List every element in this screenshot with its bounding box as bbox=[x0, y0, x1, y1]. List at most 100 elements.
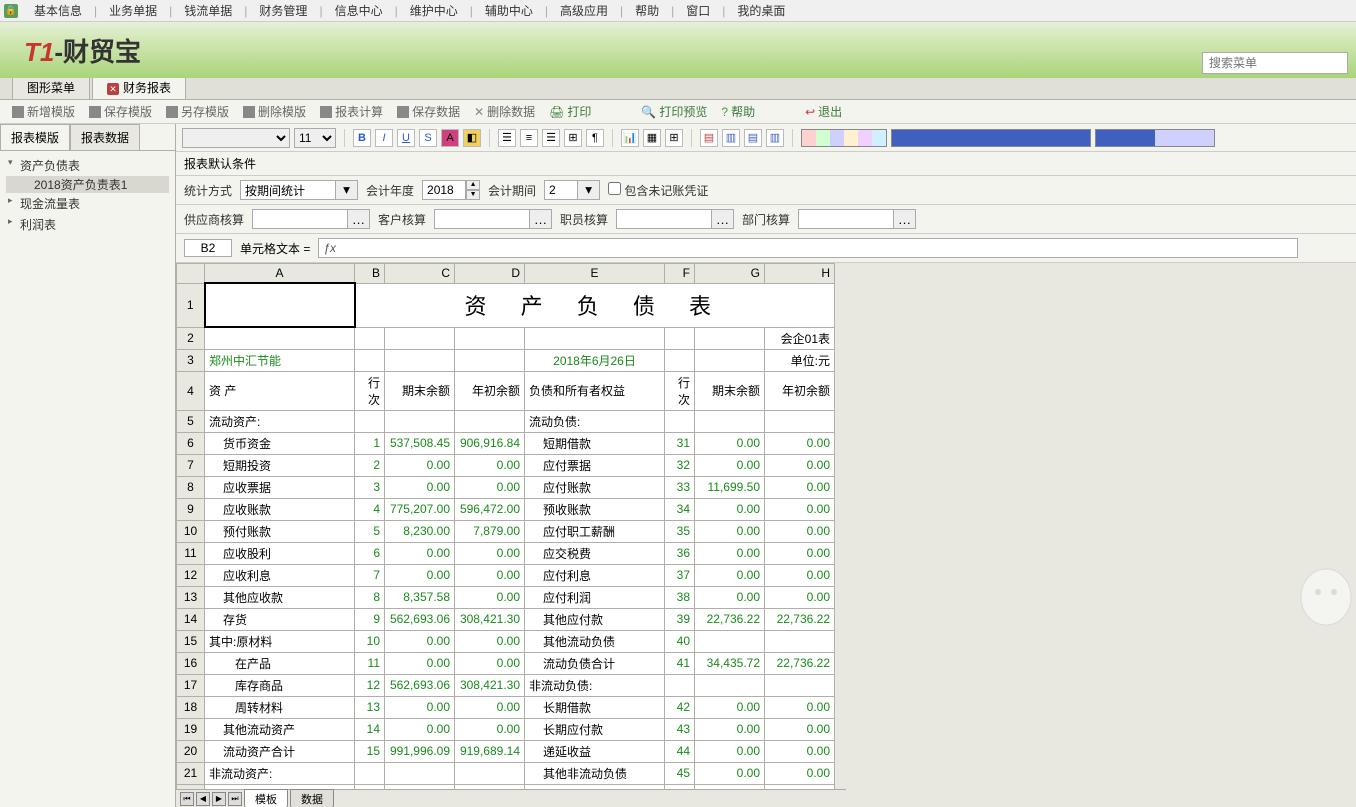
tree-child-0-0[interactable]: 2018资产负责表1 bbox=[6, 176, 169, 193]
cell[interactable] bbox=[665, 327, 695, 349]
cell[interactable]: 0.00 bbox=[455, 652, 525, 674]
cell[interactable]: 39 bbox=[665, 608, 695, 630]
row-header-8[interactable]: 8 bbox=[177, 476, 205, 498]
cell[interactable]: 存货 bbox=[205, 608, 355, 630]
cell[interactable]: 0.00 bbox=[765, 740, 835, 762]
cell[interactable]: 0.00 bbox=[455, 718, 525, 740]
cell[interactable]: 0.00 bbox=[695, 454, 765, 476]
cell[interactable]: 537,508.45 bbox=[385, 432, 455, 454]
cell[interactable]: 库存商品 bbox=[205, 674, 355, 696]
menu-0[interactable]: 基本信息 bbox=[24, 2, 92, 20]
cell[interactable]: 年初余额 bbox=[765, 371, 835, 410]
formula-bar[interactable]: ƒx bbox=[318, 238, 1298, 258]
menu-1[interactable]: 业务单据 bbox=[99, 2, 167, 20]
insert-col-button[interactable]: ▥ bbox=[722, 129, 740, 147]
cell[interactable]: 2 bbox=[355, 454, 385, 476]
delete-row-button[interactable]: ▤ bbox=[744, 129, 762, 147]
cell[interactable] bbox=[355, 327, 385, 349]
cell[interactable]: 7,879.00 bbox=[455, 520, 525, 542]
cell[interactable]: 10 bbox=[355, 630, 385, 652]
cell[interactable] bbox=[355, 762, 385, 784]
cell[interactable]: 预收账款 bbox=[525, 498, 665, 520]
cell[interactable] bbox=[385, 762, 455, 784]
font-color-button[interactable]: A bbox=[441, 129, 459, 147]
dept-combo[interactable]: … bbox=[798, 209, 916, 229]
menu-search-input[interactable] bbox=[1202, 52, 1348, 74]
cell[interactable]: 单位:元 bbox=[765, 349, 835, 371]
cell[interactable]: 0.00 bbox=[765, 432, 835, 454]
row-header-15[interactable]: 15 bbox=[177, 630, 205, 652]
cell[interactable]: 40 bbox=[665, 630, 695, 652]
cell[interactable]: 长期应付款 bbox=[525, 718, 665, 740]
balance-sheet-grid[interactable]: A B C D E F G H 1资 产 负 债 表2会企01表3郑州中汇节能2… bbox=[176, 263, 835, 807]
cell[interactable]: 流动资产: bbox=[205, 410, 355, 432]
cell[interactable]: 其他非流动负债 bbox=[525, 762, 665, 784]
menu-10[interactable]: 我的桌面 bbox=[727, 2, 795, 20]
insert-row-button[interactable]: ▤ bbox=[700, 129, 718, 147]
cell[interactable]: 0.00 bbox=[695, 718, 765, 740]
menu-8[interactable]: 帮助 bbox=[625, 2, 669, 20]
cell[interactable]: 年初余额 bbox=[455, 371, 525, 410]
cell[interactable]: 34 bbox=[665, 498, 695, 520]
cell[interactable]: 应付利息 bbox=[525, 564, 665, 586]
cell[interactable]: 45 bbox=[665, 762, 695, 784]
cell[interactable]: 流动负债: bbox=[525, 410, 665, 432]
row-header-6[interactable]: 6 bbox=[177, 432, 205, 454]
cell[interactable]: 0.00 bbox=[455, 476, 525, 498]
cell[interactable] bbox=[665, 674, 695, 696]
cell[interactable]: 3 bbox=[355, 476, 385, 498]
row-header-4[interactable]: 4 bbox=[177, 371, 205, 410]
cell[interactable]: 0.00 bbox=[455, 586, 525, 608]
cell[interactable]: 562,693.06 bbox=[385, 674, 455, 696]
sheet-tab-template[interactable]: 模板 bbox=[244, 789, 288, 807]
cell[interactable]: 0.00 bbox=[385, 652, 455, 674]
wrap-button[interactable]: ¶ bbox=[586, 129, 604, 147]
cell[interactable]: 1 bbox=[355, 432, 385, 454]
cell[interactable]: 37 bbox=[665, 564, 695, 586]
exit-button[interactable]: ↩退出 bbox=[801, 101, 846, 122]
cell[interactable]: 775,207.00 bbox=[385, 498, 455, 520]
cell[interactable] bbox=[355, 349, 385, 371]
italic-button[interactable]: I bbox=[375, 129, 393, 147]
cell[interactable] bbox=[355, 410, 385, 432]
menu-9[interactable]: 窗口 bbox=[676, 2, 720, 20]
cell[interactable]: 0.00 bbox=[765, 586, 835, 608]
cell[interactable]: 41 bbox=[665, 652, 695, 674]
align-left-button[interactable]: ☰ bbox=[498, 129, 516, 147]
col-header-H[interactable]: H bbox=[765, 264, 835, 284]
menu-4[interactable]: 信息中心 bbox=[325, 2, 393, 20]
cell[interactable]: 郑州中汇节能 bbox=[205, 349, 355, 371]
cell[interactable]: 0.00 bbox=[695, 432, 765, 454]
cell[interactable]: 308,421.30 bbox=[455, 674, 525, 696]
menu-search[interactable] bbox=[1202, 52, 1348, 74]
row-header-10[interactable]: 10 bbox=[177, 520, 205, 542]
cell[interactable]: 8 bbox=[355, 586, 385, 608]
color-palette-2[interactable] bbox=[891, 129, 1091, 147]
cell[interactable]: 周转材料 bbox=[205, 696, 355, 718]
staff-combo[interactable]: … bbox=[616, 209, 734, 229]
cell[interactable]: 应收账款 bbox=[205, 498, 355, 520]
col-header-E[interactable]: E bbox=[525, 264, 665, 284]
cell[interactable] bbox=[385, 410, 455, 432]
cell[interactable]: 2018年6月26日 bbox=[525, 349, 665, 371]
cell[interactable]: 其中:原材料 bbox=[205, 630, 355, 652]
strike-button[interactable]: S bbox=[419, 129, 437, 147]
cell[interactable]: 562,693.06 bbox=[385, 608, 455, 630]
menu-2[interactable]: 钱流单据 bbox=[174, 2, 242, 20]
cell[interactable]: 0.00 bbox=[765, 454, 835, 476]
cell[interactable]: 短期借款 bbox=[525, 432, 665, 454]
cell[interactable]: 其他流动资产 bbox=[205, 718, 355, 740]
cell[interactable]: 0.00 bbox=[695, 498, 765, 520]
cell[interactable]: 应收利息 bbox=[205, 564, 355, 586]
cell[interactable]: 其他应付款 bbox=[525, 608, 665, 630]
tree-node-0[interactable]: 资产负债表 bbox=[6, 155, 169, 176]
fiscal-year-spin[interactable]: ▲▼ bbox=[422, 180, 480, 200]
cell[interactable]: 0.00 bbox=[765, 498, 835, 520]
row-header-1[interactable]: 1 bbox=[177, 283, 205, 327]
cell[interactable]: 0.00 bbox=[385, 476, 455, 498]
cell[interactable]: 34,435.72 bbox=[695, 652, 765, 674]
cell[interactable]: 44 bbox=[665, 740, 695, 762]
cell[interactable]: 应收股利 bbox=[205, 542, 355, 564]
cell[interactable]: 期末余额 bbox=[385, 371, 455, 410]
cell[interactable]: 0.00 bbox=[695, 520, 765, 542]
